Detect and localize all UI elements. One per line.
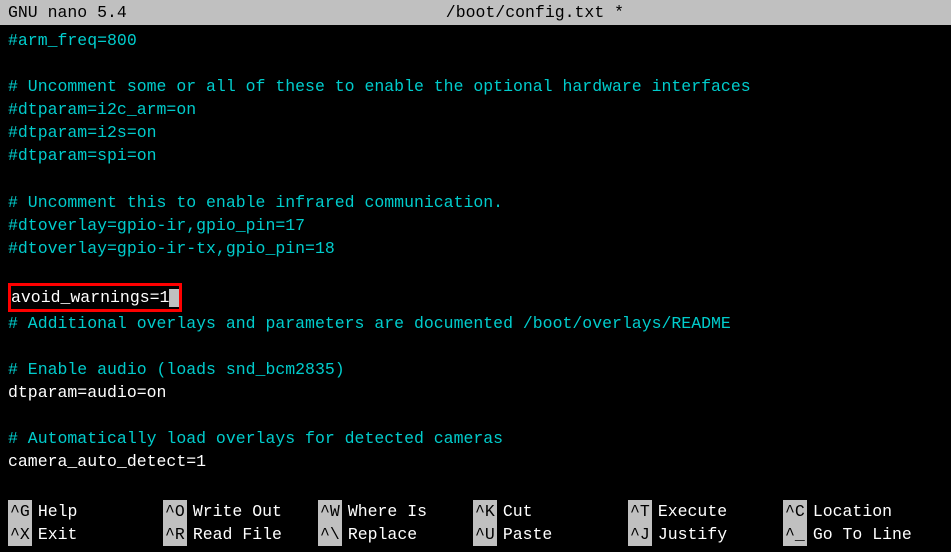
shortcut-paste[interactable]: ^U Paste — [473, 523, 628, 546]
filename: /boot/config.txt * — [127, 1, 943, 24]
shortcuts-row-1: ^G Help ^O Write Out ^W Where Is ^K Cut … — [8, 500, 943, 523]
shortcut-justify[interactable]: ^J Justify — [628, 523, 783, 546]
blank-line — [8, 168, 943, 191]
shortcut-key: ^J — [628, 523, 652, 546]
blank-line — [8, 335, 943, 358]
shortcut-label: Read File — [193, 523, 282, 546]
shortcut-gotoline[interactable]: ^_ Go To Line — [783, 523, 938, 546]
shortcut-whereis[interactable]: ^W Where Is — [318, 500, 473, 523]
shortcut-key: ^_ — [783, 523, 807, 546]
shortcut-key: ^C — [783, 500, 807, 523]
shortcut-key: ^R — [163, 523, 187, 546]
shortcut-key: ^O — [163, 500, 187, 523]
shortcut-key: ^G — [8, 500, 32, 523]
blank-line — [8, 404, 943, 427]
config-line: # Uncomment some or all of these to enab… — [8, 75, 943, 98]
shortcut-label: Location — [813, 500, 892, 523]
shortcut-readfile[interactable]: ^R Read File — [163, 523, 318, 546]
config-line: # Additional overlays and parameters are… — [8, 312, 943, 335]
shortcuts-row-2: ^X Exit ^R Read File ^\ Replace ^U Paste… — [8, 523, 943, 546]
cursor — [169, 289, 179, 307]
shortcut-label: Exit — [38, 523, 78, 546]
blank-line — [8, 52, 943, 75]
config-line: #dtparam=spi=on — [8, 144, 943, 167]
shortcut-label: Cut — [503, 500, 533, 523]
shortcut-cut[interactable]: ^K Cut — [473, 500, 628, 523]
shortcuts-footer: ^G Help ^O Write Out ^W Where Is ^K Cut … — [0, 498, 951, 552]
editor-header: GNU nano 5.4 /boot/config.txt * — [0, 0, 951, 25]
shortcut-label: Where Is — [348, 500, 427, 523]
config-line: #dtparam=i2s=on — [8, 121, 943, 144]
shortcut-label: Justify — [658, 523, 727, 546]
shortcut-location[interactable]: ^C Location — [783, 500, 938, 523]
shortcut-label: Go To Line — [813, 523, 912, 546]
shortcut-key: ^K — [473, 500, 497, 523]
shortcut-replace[interactable]: ^\ Replace — [318, 523, 473, 546]
blank-line — [8, 260, 943, 283]
config-line: # Uncomment this to enable infrared comm… — [8, 191, 943, 214]
shortcut-key: ^W — [318, 500, 342, 523]
shortcut-label: Write Out — [193, 500, 282, 523]
cursor-line-text: avoid_warnings=1 — [11, 288, 169, 307]
config-line: #dtparam=i2c_arm=on — [8, 98, 943, 121]
config-line: #arm_freq=800 — [8, 29, 943, 52]
shortcut-exit[interactable]: ^X Exit — [8, 523, 163, 546]
shortcut-label: Execute — [658, 500, 727, 523]
shortcut-writeout[interactable]: ^O Write Out — [163, 500, 318, 523]
shortcut-key: ^\ — [318, 523, 342, 546]
shortcut-help[interactable]: ^G Help — [8, 500, 163, 523]
config-line: #dtoverlay=gpio-ir,gpio_pin=17 — [8, 214, 943, 237]
config-line: # Automatically load overlays for detect… — [8, 427, 943, 450]
shortcut-label: Replace — [348, 523, 417, 546]
editor-content[interactable]: #arm_freq=800 # Uncomment some or all of… — [0, 25, 951, 477]
shortcut-key: ^T — [628, 500, 652, 523]
shortcut-label: Help — [38, 500, 78, 523]
shortcut-label: Paste — [503, 523, 553, 546]
shortcut-key: ^U — [473, 523, 497, 546]
config-line: camera_auto_detect=1 — [8, 450, 943, 473]
config-line: #dtoverlay=gpio-ir-tx,gpio_pin=18 — [8, 237, 943, 260]
highlighted-line: avoid_warnings=1 — [8, 283, 943, 312]
shortcut-execute[interactable]: ^T Execute — [628, 500, 783, 523]
app-name: GNU nano 5.4 — [8, 1, 127, 24]
config-line: dtparam=audio=on — [8, 381, 943, 404]
shortcut-key: ^X — [8, 523, 32, 546]
config-line: # Enable audio (loads snd_bcm2835) — [8, 358, 943, 381]
